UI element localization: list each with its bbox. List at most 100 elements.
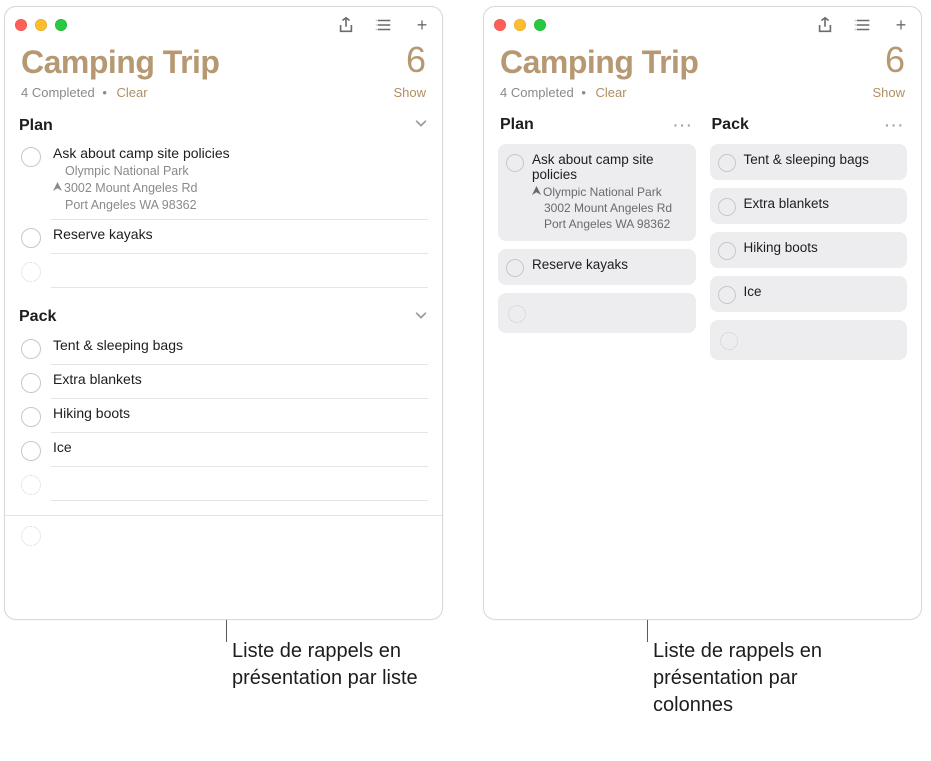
section-header-plan[interactable]: Plan <box>5 108 442 139</box>
dot-separator: • <box>102 85 107 100</box>
zoom-window-button[interactable] <box>55 19 67 31</box>
reminder-title: Ask about camp site policies <box>53 145 230 161</box>
reminder-title: Extra blankets <box>53 371 142 387</box>
callout-line <box>647 620 648 642</box>
reminder-card[interactable]: Tent & sleeping bags <box>710 144 908 180</box>
list-header: Camping Trip 6 <box>5 37 442 81</box>
share-icon[interactable] <box>815 15 835 35</box>
toolbar: + <box>336 15 432 35</box>
complete-toggle-icon[interactable] <box>21 228 41 248</box>
callout-right: Liste de rappels en présentation par col… <box>653 638 873 719</box>
completed-count: 4 Completed <box>500 85 574 100</box>
add-reminder-icon[interactable] <box>21 526 41 546</box>
reminder-row[interactable]: Ice <box>5 433 442 467</box>
close-window-button[interactable] <box>494 19 506 31</box>
complete-toggle-icon[interactable] <box>21 147 41 167</box>
complete-toggle-icon[interactable] <box>718 286 736 304</box>
reminder-title: Hiking boots <box>744 240 818 255</box>
reminder-title: Ice <box>744 284 762 299</box>
section-name: Plan <box>19 117 53 135</box>
reminders-column-view-window: + Camping Trip 6 4 Completed • Clear Sho… <box>483 6 922 620</box>
column-name: Plan <box>500 116 534 134</box>
toolbar: + <box>815 15 911 35</box>
share-icon[interactable] <box>336 15 356 35</box>
add-reminder-icon[interactable]: + <box>891 15 911 35</box>
complete-toggle-icon[interactable] <box>718 242 736 260</box>
reminder-title: Ice <box>53 439 72 455</box>
location-icon <box>53 179 62 196</box>
window-controls <box>15 19 67 31</box>
add-reminder-row[interactable] <box>5 254 442 288</box>
minimize-window-button[interactable] <box>35 19 47 31</box>
add-reminder-icon[interactable]: + <box>412 15 432 35</box>
view-options-icon[interactable] <box>374 15 394 35</box>
reminder-row[interactable]: Hiking boots <box>5 399 442 433</box>
reminder-title: Ask about camp site policies <box>532 152 686 182</box>
add-reminder-icon[interactable] <box>508 305 526 323</box>
reminder-title: Hiking boots <box>53 405 130 421</box>
complete-toggle-icon[interactable] <box>21 407 41 427</box>
close-window-button[interactable] <box>15 19 27 31</box>
reminder-subtext: Olympic National Park 3002 Mount Angeles… <box>53 163 230 214</box>
list-count: 6 <box>406 39 426 81</box>
reminder-row[interactable]: Tent & sleeping bags <box>5 331 442 365</box>
location-icon <box>532 183 541 199</box>
dot-separator: • <box>581 85 586 100</box>
reminder-card[interactable]: Ice <box>710 276 908 312</box>
complete-toggle-icon[interactable] <box>718 154 736 172</box>
completed-count: 4 Completed <box>21 85 95 100</box>
reminder-card[interactable]: Extra blankets <box>710 188 908 224</box>
reminder-subtext: Olympic National Park 3002 Mount Angeles… <box>532 184 686 233</box>
show-completed-link[interactable]: Show <box>872 85 905 100</box>
titlebar: + <box>5 7 442 37</box>
add-section-row[interactable] <box>5 516 442 554</box>
reminder-title: Extra blankets <box>744 196 830 211</box>
add-reminder-card[interactable] <box>498 293 696 333</box>
clear-completed-link[interactable]: Clear <box>596 85 627 100</box>
column-header-pack[interactable]: Pack ··· <box>710 112 908 136</box>
column-name: Pack <box>712 116 749 134</box>
add-reminder-icon[interactable] <box>21 475 41 495</box>
complete-toggle-icon[interactable] <box>21 373 41 393</box>
reminder-row[interactable]: Ask about camp site policies Olympic Nat… <box>5 139 442 220</box>
add-reminder-row[interactable] <box>5 467 442 501</box>
add-reminder-card[interactable] <box>710 320 908 360</box>
list-header: Camping Trip 6 <box>484 37 921 81</box>
window-controls <box>494 19 546 31</box>
columns-area: Plan ··· Ask about camp site policies Ol… <box>484 108 921 360</box>
reminder-row[interactable]: Reserve kayaks <box>5 220 442 254</box>
list-title: Camping Trip <box>21 44 219 81</box>
zoom-window-button[interactable] <box>534 19 546 31</box>
chevron-down-icon[interactable] <box>414 116 428 135</box>
reminder-title: Tent & sleeping bags <box>53 337 183 353</box>
reminder-card[interactable]: Ask about camp site policies Olympic Nat… <box>498 144 696 241</box>
minimize-window-button[interactable] <box>514 19 526 31</box>
column-more-icon[interactable]: ··· <box>674 117 694 133</box>
add-reminder-icon[interactable] <box>720 332 738 350</box>
add-reminder-icon[interactable] <box>21 262 41 282</box>
section-header-pack[interactable]: Pack <box>5 300 442 331</box>
complete-toggle-icon[interactable] <box>21 339 41 359</box>
reminders-list-view-window: + Camping Trip 6 4 Completed • Clear Sho… <box>4 6 443 620</box>
list-title: Camping Trip <box>500 44 698 81</box>
reminder-title: Tent & sleeping bags <box>744 152 869 167</box>
reminder-row[interactable]: Extra blankets <box>5 365 442 399</box>
reminder-card[interactable]: Reserve kayaks <box>498 249 696 285</box>
list-count: 6 <box>885 39 905 81</box>
clear-completed-link[interactable]: Clear <box>117 85 148 100</box>
complete-toggle-icon[interactable] <box>718 198 736 216</box>
column-header-plan[interactable]: Plan ··· <box>498 112 696 136</box>
titlebar: + <box>484 7 921 37</box>
callout-line <box>226 620 227 642</box>
column-pack: Pack ··· Tent & sleeping bags Extra blan… <box>710 112 908 360</box>
column-more-icon[interactable]: ··· <box>885 117 905 133</box>
completed-row: 4 Completed • Clear Show <box>484 81 921 108</box>
reminder-card[interactable]: Hiking boots <box>710 232 908 268</box>
chevron-down-icon[interactable] <box>414 308 428 327</box>
view-options-icon[interactable] <box>853 15 873 35</box>
section-name: Pack <box>19 308 56 326</box>
complete-toggle-icon[interactable] <box>21 441 41 461</box>
complete-toggle-icon[interactable] <box>506 259 524 277</box>
show-completed-link[interactable]: Show <box>393 85 426 100</box>
complete-toggle-icon[interactable] <box>506 154 524 172</box>
